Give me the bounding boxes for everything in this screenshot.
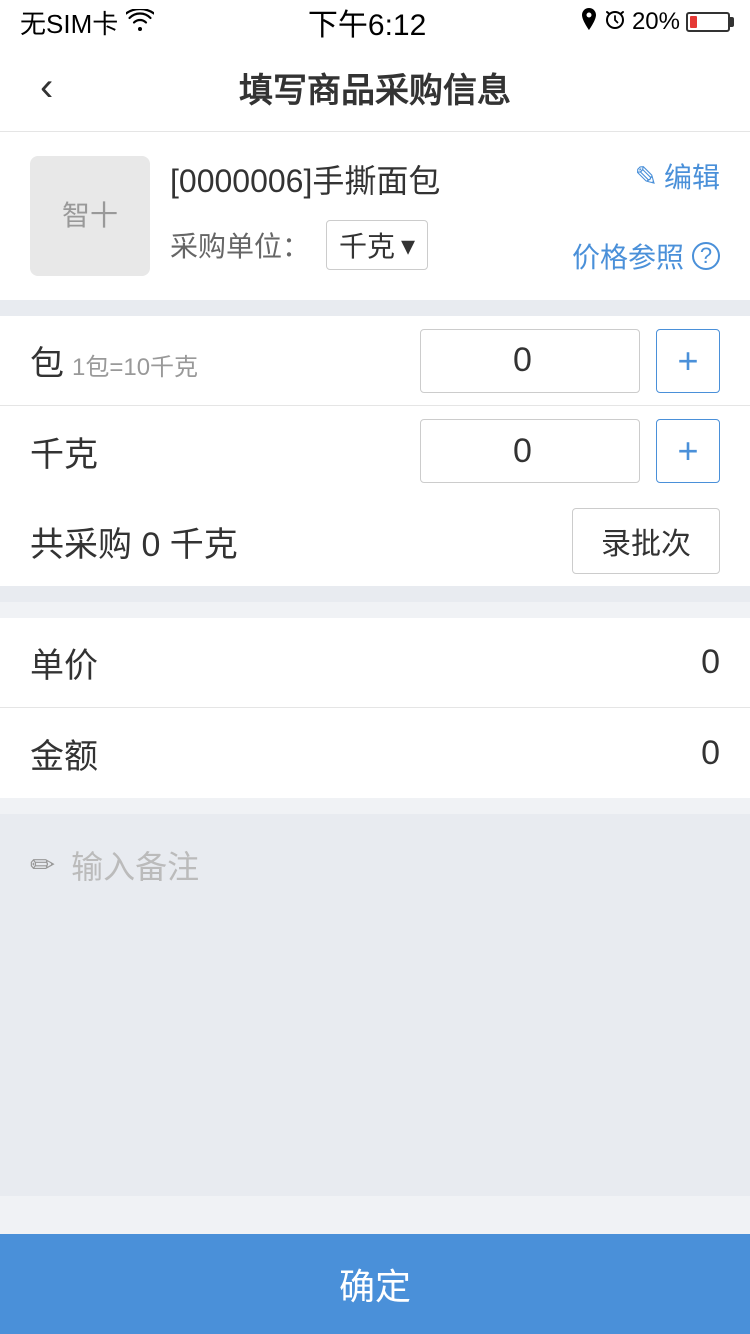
edit-button[interactable]: ✎ 编辑 (635, 156, 720, 196)
status-left: 无SIM卡 (20, 4, 154, 41)
back-button[interactable]: ‹ (30, 55, 63, 120)
quantity-input-section: 包1包=10千克 + 千克 + (0, 316, 750, 496)
carrier-label: 无SIM卡 (20, 4, 118, 41)
bao-input-row: 包1包=10千克 + (0, 316, 750, 406)
section-divider-2 (0, 586, 750, 602)
kg-plus-button[interactable]: + (656, 419, 720, 483)
kg-input-row: 千克 + (0, 406, 750, 496)
battery-percent: 20% (632, 8, 680, 36)
location-icon (580, 8, 598, 37)
confirm-label: 确定 (339, 1258, 411, 1310)
edit-label: 编辑 (664, 156, 720, 196)
confirm-button[interactable]: 确定 (0, 1234, 750, 1334)
alarm-icon (604, 8, 626, 37)
bao-input[interactable] (420, 329, 640, 393)
unit-label: 采购单位： (170, 225, 310, 265)
nav-bar: ‹ 填写商品采购信息 (0, 44, 750, 132)
empty-area (0, 916, 750, 1196)
dropdown-arrow-icon: ▾ (401, 229, 415, 262)
status-bar: 无SIM卡 下午6:12 20% (0, 0, 750, 44)
product-thumbnail: 智十 (30, 156, 150, 276)
price-reference-button[interactable]: 价格参照 ? (572, 236, 720, 276)
amount-label: 金额 (30, 729, 98, 778)
remark-section[interactable]: ✏ 输入备注 (0, 814, 750, 916)
bao-input-wrap: + (198, 329, 720, 393)
price-ref-help-icon: ? (692, 242, 720, 270)
product-thumb-label: 智十 (62, 199, 118, 233)
unit-value: 千克 (339, 225, 395, 265)
total-row: 共采购 0 千克 录批次 (0, 496, 750, 586)
bao-label: 包1包=10千克 (30, 336, 198, 385)
bao-plus-button[interactable]: + (656, 329, 720, 393)
bao-sublabel: 1包=10千克 (72, 354, 198, 381)
unit-price-value: 0 (701, 643, 720, 682)
price-section: 单价 0 金额 0 (0, 618, 750, 798)
section-divider-1 (0, 300, 750, 316)
amount-value: 0 (701, 734, 720, 773)
total-label: 共采购 0 千克 (30, 517, 238, 566)
page-title: 填写商品采购信息 (239, 63, 511, 112)
product-card: 智十 [0000006]手撕面包 采购单位： 千克 ▾ ✎ 编辑 价格参照 ? (0, 132, 750, 300)
status-right: 20% (580, 8, 730, 37)
amount-row: 金额 0 (0, 708, 750, 798)
edit-icon: ✎ (635, 160, 658, 193)
kg-input-wrap: + (190, 419, 720, 483)
unit-price-label: 单价 (30, 638, 98, 687)
batch-button[interactable]: 录批次 (572, 508, 720, 574)
unit-select[interactable]: 千克 ▾ (326, 220, 428, 270)
kg-label: 千克 (30, 427, 190, 476)
wifi-icon (126, 7, 154, 38)
status-time: 下午6:12 (308, 0, 426, 44)
remark-placeholder: 输入备注 (71, 842, 199, 888)
pencil-icon: ✏ (30, 848, 55, 883)
price-ref-label: 价格参照 (572, 236, 684, 276)
unit-price-row: 单价 0 (0, 618, 750, 708)
kg-input[interactable] (420, 419, 640, 483)
battery-icon (686, 12, 730, 32)
